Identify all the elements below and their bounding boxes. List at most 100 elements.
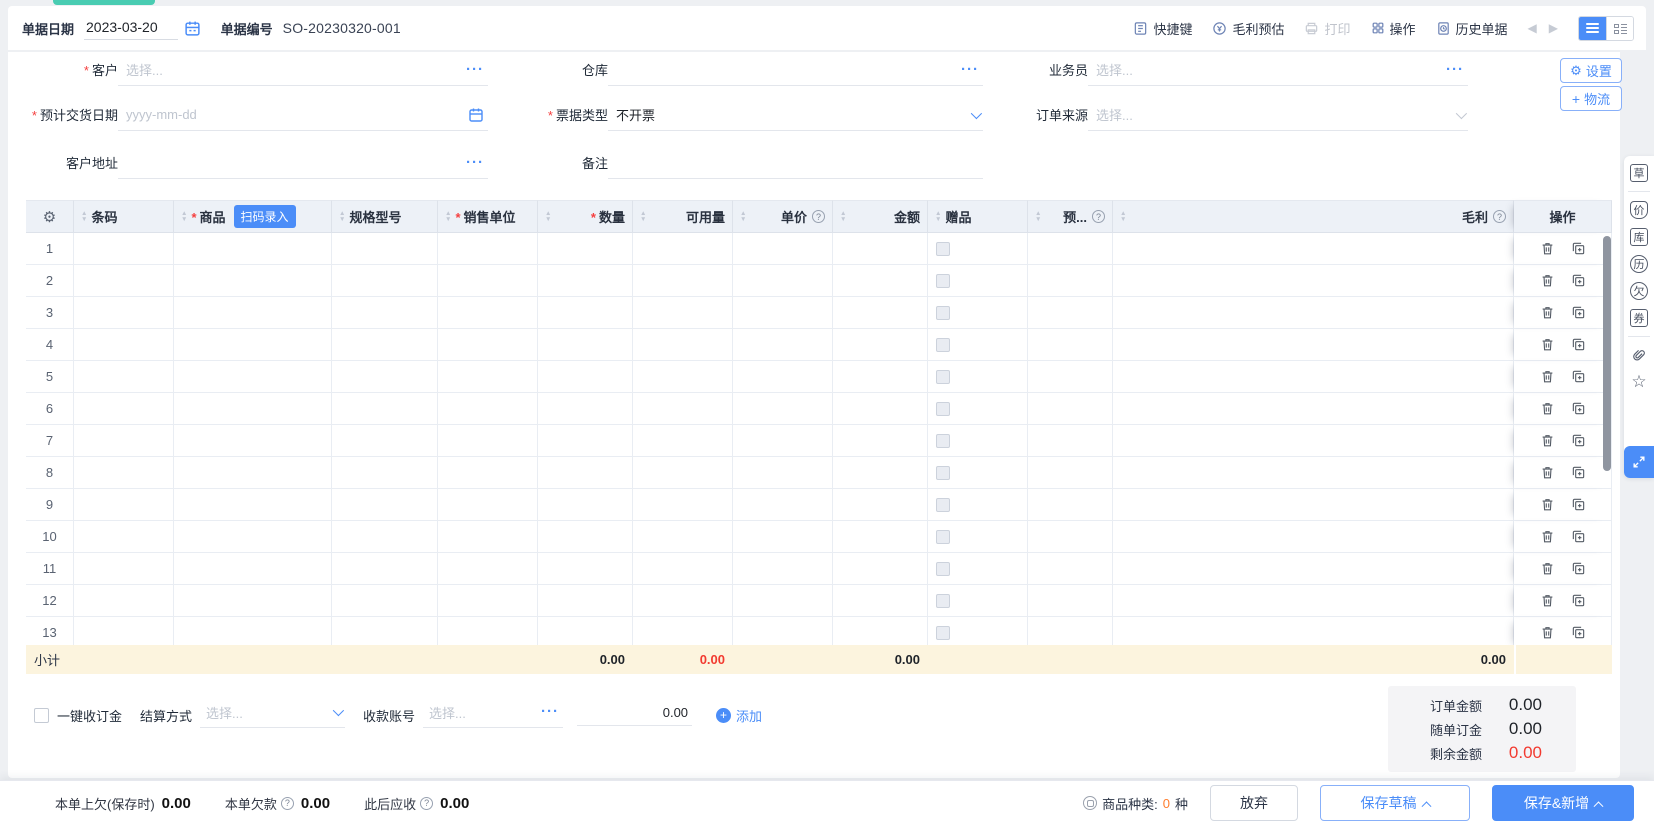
cell-barcode[interactable] <box>74 489 174 521</box>
cell-spec[interactable] <box>332 521 438 553</box>
cell-unit[interactable] <box>438 585 538 617</box>
cell-estimate[interactable] <box>1028 329 1113 361</box>
chevron-down-icon[interactable] <box>332 704 345 717</box>
draft-icon[interactable]: 草 <box>1630 164 1648 182</box>
prev-doc-arrow-icon[interactable]: ◀ <box>1528 21 1537 35</box>
cell-qty[interactable] <box>538 457 633 489</box>
cell-gift[interactable] <box>928 489 1028 521</box>
cell-estimate[interactable] <box>1028 361 1113 393</box>
cell-unit[interactable] <box>438 521 538 553</box>
cell-price[interactable] <box>733 329 833 361</box>
gift-checkbox[interactable] <box>936 401 950 416</box>
cell-barcode[interactable] <box>74 553 174 585</box>
gift-checkbox[interactable] <box>936 369 950 384</box>
cell-barcode[interactable] <box>74 393 174 425</box>
cell-profit[interactable] <box>1113 521 1514 553</box>
cell-gift[interactable] <box>928 393 1028 425</box>
cell-product[interactable] <box>174 489 332 521</box>
cell-spec[interactable] <box>332 265 438 297</box>
gift-checkbox[interactable] <box>936 337 950 352</box>
gift-checkbox[interactable] <box>936 273 950 288</box>
sort-icon[interactable] <box>1120 211 1126 221</box>
gift-checkbox[interactable] <box>936 465 950 480</box>
deposit-amount-field[interactable]: 0.00 <box>577 705 693 726</box>
cell-available[interactable] <box>633 585 733 617</box>
cell-estimate[interactable] <box>1028 553 1113 585</box>
sort-icon[interactable] <box>181 211 187 221</box>
cell-barcode[interactable] <box>74 297 174 329</box>
sort-icon[interactable] <box>1035 211 1041 221</box>
delete-row-icon[interactable] <box>1540 561 1555 576</box>
cell-product[interactable] <box>174 329 332 361</box>
gift-checkbox[interactable] <box>936 241 950 256</box>
cell-available[interactable] <box>633 457 733 489</box>
cell-profit[interactable] <box>1113 361 1514 393</box>
cell-amount[interactable] <box>833 361 928 393</box>
copy-row-icon[interactable] <box>1571 625 1586 640</box>
cell-amount[interactable] <box>833 585 928 617</box>
cell-product[interactable] <box>174 393 332 425</box>
cell-gift[interactable] <box>928 233 1028 265</box>
gift-checkbox[interactable] <box>936 593 950 608</box>
cell-qty[interactable] <box>538 585 633 617</box>
calendar-icon[interactable] <box>468 107 484 123</box>
account-select[interactable]: 选择... <box>423 703 564 728</box>
cell-available[interactable] <box>633 617 733 645</box>
copy-row-icon[interactable] <box>1571 305 1586 320</box>
cell-price[interactable] <box>733 489 833 521</box>
delete-row-icon[interactable] <box>1540 337 1555 352</box>
cell-gift[interactable] <box>928 425 1028 457</box>
cell-available[interactable] <box>633 297 733 329</box>
copy-row-icon[interactable] <box>1571 561 1586 576</box>
cell-profit[interactable] <box>1113 425 1514 457</box>
cell-price[interactable] <box>733 393 833 425</box>
remark-field[interactable] <box>608 153 983 179</box>
info-icon[interactable] <box>420 796 434 810</box>
next-doc-arrow-icon[interactable]: ▶ <box>1549 21 1558 35</box>
cell-price[interactable] <box>733 617 833 645</box>
cell-gift[interactable] <box>928 457 1028 489</box>
cell-available[interactable] <box>633 553 733 585</box>
delete-row-icon[interactable] <box>1540 593 1555 608</box>
cell-estimate[interactable] <box>1028 585 1113 617</box>
cell-profit[interactable] <box>1113 393 1514 425</box>
cell-amount[interactable] <box>833 489 928 521</box>
cell-profit[interactable] <box>1113 329 1514 361</box>
cell-barcode[interactable] <box>74 457 174 489</box>
delete-row-icon[interactable] <box>1540 529 1555 544</box>
cell-amount[interactable] <box>833 457 928 489</box>
cell-available[interactable] <box>633 329 733 361</box>
cell-product[interactable] <box>174 617 332 645</box>
delivery-date-field[interactable]: yyyy-mm-dd <box>118 105 488 131</box>
cell-barcode[interactable] <box>74 617 174 645</box>
logistics-button[interactable]: + 物流 <box>1560 86 1622 111</box>
cell-estimate[interactable] <box>1028 489 1113 521</box>
cell-product[interactable] <box>174 425 332 457</box>
cell-qty[interactable] <box>538 489 633 521</box>
cell-available[interactable] <box>633 393 733 425</box>
gift-checkbox[interactable] <box>936 625 950 640</box>
cell-price[interactable] <box>733 457 833 489</box>
cell-gift[interactable] <box>928 265 1028 297</box>
copy-row-icon[interactable] <box>1571 593 1586 608</box>
cell-amount[interactable] <box>833 553 928 585</box>
history-icon[interactable]: 历 <box>1630 255 1648 273</box>
settle-method-select[interactable]: 选择... <box>200 703 346 728</box>
list-view-toggle[interactable] <box>1579 16 1606 40</box>
copy-row-icon[interactable] <box>1571 433 1586 448</box>
delete-row-icon[interactable] <box>1540 273 1555 288</box>
gift-checkbox[interactable] <box>936 305 950 320</box>
cell-estimate[interactable] <box>1028 457 1113 489</box>
cell-amount[interactable] <box>833 297 928 329</box>
cell-gift[interactable] <box>928 553 1028 585</box>
cell-unit[interactable] <box>438 393 538 425</box>
print-button[interactable]: 打印 <box>1304 19 1351 38</box>
warehouse-field[interactable] <box>608 60 983 86</box>
scan-entry-button[interactable]: 扫码录入 <box>233 205 296 228</box>
salesman-field[interactable]: 选择... <box>1088 60 1468 86</box>
cell-gift[interactable] <box>928 329 1028 361</box>
cell-barcode[interactable] <box>74 425 174 457</box>
coupon-icon[interactable]: 券 <box>1630 309 1648 327</box>
cell-available[interactable] <box>633 521 733 553</box>
delete-row-icon[interactable] <box>1540 305 1555 320</box>
